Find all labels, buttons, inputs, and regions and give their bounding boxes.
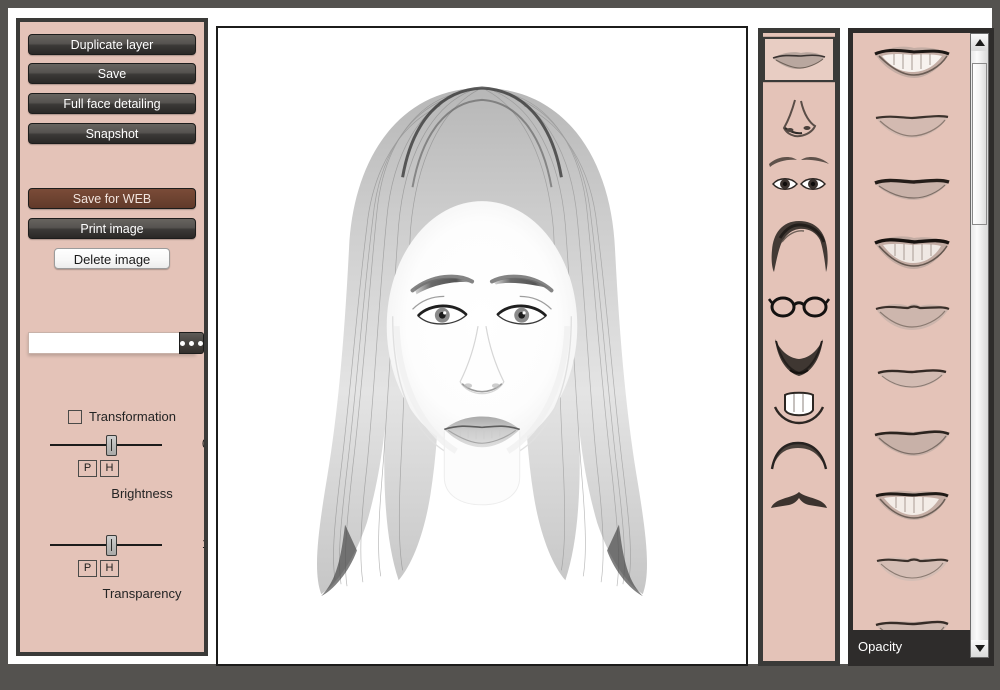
brightness-slider-group: 0 P H Brightness <box>20 434 204 501</box>
brightness-caption: Brightness <box>111 486 173 501</box>
gallery-frame: Opacity <box>848 28 994 666</box>
delete-image-button[interactable]: Delete image <box>54 248 170 269</box>
mouth-wide-icon <box>874 429 950 456</box>
portrait-sketch <box>218 28 746 664</box>
scroll-down-icon <box>974 645 985 652</box>
mouth-full-icon <box>875 303 949 330</box>
scroll-down-button[interactable] <box>971 640 988 657</box>
brightness-value: 0 <box>202 437 204 451</box>
transparency-slider-group: 100 P H Transparency <box>20 534 204 601</box>
moustache-icon <box>771 492 827 508</box>
eyebrows-icon <box>770 441 828 470</box>
teeth-icon <box>773 391 825 425</box>
brightness-slider[interactable]: 0 P H Brightness <box>50 434 204 501</box>
glasses-icon <box>768 296 830 318</box>
mouth-thin-icon <box>873 178 950 200</box>
transformation-row: Transformation <box>68 409 176 424</box>
ellipsis-icon <box>180 340 203 346</box>
gallery-item[interactable] <box>853 348 970 411</box>
more-options-button[interactable] <box>179 332 204 354</box>
beard-icon <box>775 339 823 376</box>
nose-icon <box>782 99 817 137</box>
gallery-item[interactable] <box>853 537 970 600</box>
feature-item-beard[interactable] <box>763 333 835 383</box>
transparency-p-button[interactable]: P <box>78 560 97 577</box>
brightness-slider-handle[interactable] <box>106 435 118 456</box>
name-input[interactable] <box>28 332 179 354</box>
mouth-open-teeth-icon <box>873 235 950 269</box>
left-sidebar-frame: Duplicate layer Save Full face detailing… <box>16 18 208 656</box>
mouth-smile-teeth-icon <box>873 46 950 78</box>
snapshot-button[interactable]: Snapshot <box>28 123 196 144</box>
transparency-h-button[interactable]: H <box>100 560 119 577</box>
image-canvas[interactable] <box>216 26 748 666</box>
feature-item-moustache[interactable] <box>763 481 835 521</box>
gallery-scrollbar[interactable] <box>970 33 989 658</box>
transformation-checkbox[interactable] <box>68 409 82 424</box>
save-for-web-button[interactable]: Save for WEB <box>28 188 196 209</box>
mouth-gallery[interactable] <box>853 33 970 630</box>
feature-item-eyes[interactable] <box>763 149 835 207</box>
feature-item-teeth[interactable] <box>763 385 835 431</box>
mouth-closed-icon <box>875 114 948 138</box>
feature-column <box>763 33 835 661</box>
feature-item-hair[interactable] <box>763 215 835 277</box>
hair-icon <box>771 221 828 272</box>
brightness-p-button[interactable]: P <box>78 460 97 477</box>
transparency-ph-buttons: P H <box>78 560 119 577</box>
gallery-item[interactable] <box>853 474 970 537</box>
opacity-label: Opacity <box>858 639 903 654</box>
mouth-icon <box>772 51 826 69</box>
feature-item-mouth[interactable] <box>763 36 835 83</box>
feature-column-frame <box>758 28 840 666</box>
gallery-item[interactable] <box>853 285 970 348</box>
feature-item-nose[interactable] <box>763 96 835 141</box>
scroll-up-button[interactable] <box>971 34 988 51</box>
scrollbar-thumb[interactable] <box>972 63 987 226</box>
eyes-icon <box>769 156 829 190</box>
duplicate-layer-button[interactable]: Duplicate layer <box>28 34 196 55</box>
left-sidebar: Duplicate layer Save Full face detailing… <box>20 22 204 652</box>
mouth-grin-icon <box>875 490 949 520</box>
print-image-button[interactable]: Print image <box>28 218 196 239</box>
transparency-slider[interactable]: 100 P H Transparency <box>50 534 204 601</box>
transformation-label: Transformation <box>89 409 176 424</box>
feature-item-glasses[interactable] <box>763 283 835 329</box>
gallery-item[interactable] <box>853 33 970 96</box>
gallery-item[interactable] <box>853 411 970 474</box>
name-field-row <box>28 332 204 354</box>
gallery-item[interactable] <box>853 159 970 222</box>
full-face-detailing-button[interactable]: Full face detailing <box>28 93 196 114</box>
gallery-item[interactable] <box>853 600 970 630</box>
application-window: Duplicate layer Save Full face detailing… <box>0 0 1000 690</box>
save-button[interactable]: Save <box>28 63 196 84</box>
brightness-h-button[interactable]: H <box>100 460 119 477</box>
brightness-ph-buttons: P H <box>78 460 119 477</box>
scroll-up-icon <box>974 39 985 46</box>
mouth-plump-icon <box>876 556 948 581</box>
mouth-narrow-icon <box>877 368 946 388</box>
mouth-soft-icon <box>875 620 949 630</box>
transparency-slider-handle[interactable] <box>106 535 118 556</box>
transparency-caption: Transparency <box>102 586 182 601</box>
feature-item-eyebrows[interactable] <box>763 433 835 481</box>
transparency-value: 100 <box>202 537 204 551</box>
gallery-item[interactable] <box>853 222 970 285</box>
gallery-item[interactable] <box>853 96 970 159</box>
